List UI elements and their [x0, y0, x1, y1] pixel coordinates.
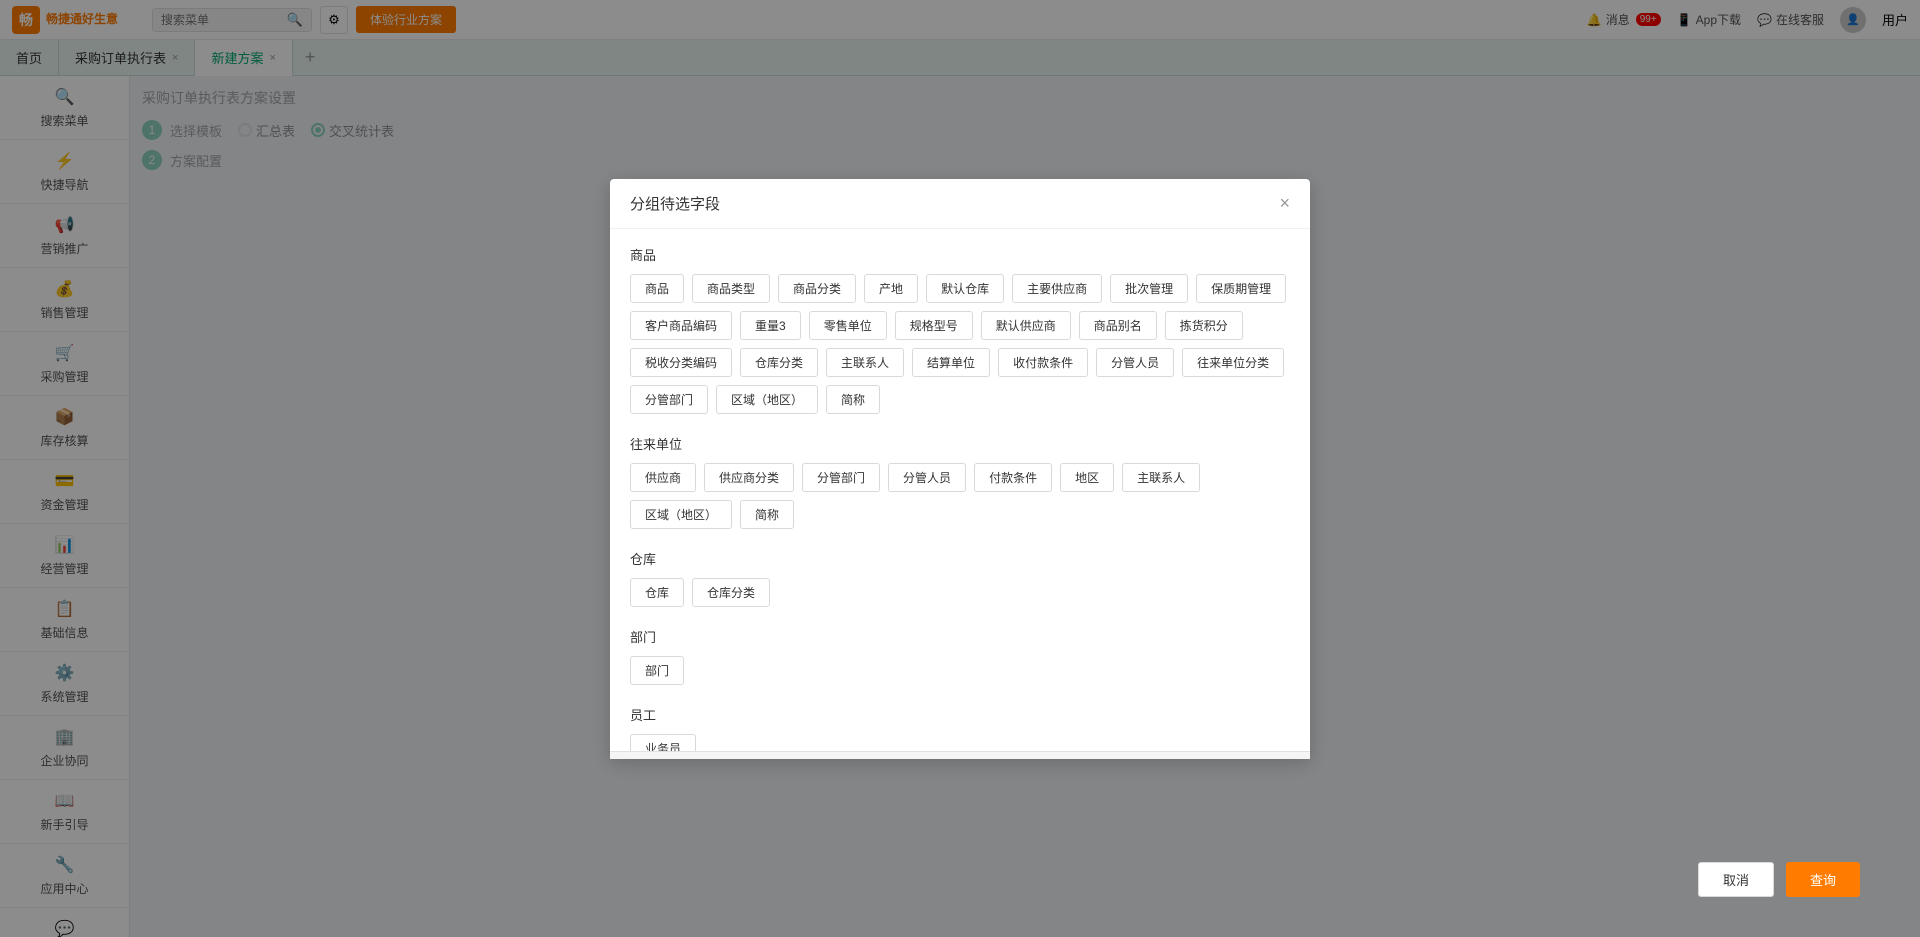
section-partner-title: 往来单位 — [630, 434, 1290, 453]
modal-horizontal-scrollbar[interactable] — [610, 751, 1310, 759]
field-tag-partner-contact[interactable]: 主联系人 — [1122, 463, 1200, 492]
field-tag-pick-points[interactable]: 拣货积分 — [1165, 311, 1243, 340]
field-tag-customer-code[interactable]: 客户商品编码 — [630, 311, 732, 340]
field-tag-warehouse[interactable]: 仓库 — [630, 578, 684, 607]
field-tag-spec-model[interactable]: 规格型号 — [895, 311, 973, 340]
field-tag-supplier[interactable]: 供应商 — [630, 463, 696, 492]
field-tag-expiry-mgmt[interactable]: 保质期管理 — [1196, 274, 1286, 303]
field-tag-partner-supervisor[interactable]: 分管人员 — [888, 463, 966, 492]
field-tag-product[interactable]: 商品 — [630, 274, 684, 303]
field-tag-partner-payment[interactable]: 付款条件 — [974, 463, 1052, 492]
section-department-title: 部门 — [630, 627, 1290, 646]
field-tag-supplier-category[interactable]: 供应商分类 — [704, 463, 794, 492]
field-tag-origin[interactable]: 产地 — [864, 274, 918, 303]
field-tag-partner-area[interactable]: 区域（地区） — [630, 500, 732, 529]
field-tag-settlement-unit[interactable]: 结算单位 — [912, 348, 990, 377]
section-product-title: 商品 — [630, 245, 1290, 264]
field-tag-retail-unit[interactable]: 零售单位 — [809, 311, 887, 340]
field-tag-partner-dept[interactable]: 分管部门 — [802, 463, 880, 492]
product-field-tags: 商品 商品类型 商品分类 产地 默认仓库 主要供应商 批次管理 保质期管理 客户… — [630, 274, 1290, 414]
modal-footer: 取消 查询 — [1698, 862, 1860, 897]
field-tag-product-alias[interactable]: 商品别名 — [1079, 311, 1157, 340]
section-warehouse-title: 仓库 — [630, 549, 1290, 568]
employee-field-tags: 业务员 — [630, 734, 1290, 751]
field-tag-dept[interactable]: 分管部门 — [630, 385, 708, 414]
department-field-tags: 部门 — [630, 656, 1290, 685]
section-employee-title: 员工 — [630, 705, 1290, 724]
field-tag-warehouse-cat[interactable]: 仓库分类 — [692, 578, 770, 607]
field-tag-shortname[interactable]: 简称 — [826, 385, 880, 414]
warehouse-field-tags: 仓库 仓库分类 — [630, 578, 1290, 607]
field-tag-main-contact[interactable]: 主联系人 — [826, 348, 904, 377]
modal-header: 分组待选字段 × — [610, 179, 1310, 229]
field-tag-weight3[interactable]: 重量3 — [740, 311, 801, 340]
confirm-button[interactable]: 查询 — [1786, 862, 1860, 897]
modal-body: 商品 商品 商品类型 商品分类 产地 默认仓库 主要供应商 批次管理 保质期管理… — [610, 229, 1310, 751]
section-partner: 往来单位 供应商 供应商分类 分管部门 分管人员 付款条件 地区 主联系人 区域… — [630, 434, 1290, 529]
field-tag-main-supplier[interactable]: 主要供应商 — [1012, 274, 1102, 303]
modal-close-button[interactable]: × — [1279, 193, 1290, 214]
field-tag-partner-shortname[interactable]: 简称 — [740, 500, 794, 529]
field-select-modal: 分组待选字段 × 商品 商品 商品类型 商品分类 产地 默认仓库 主要供应商 批… — [610, 179, 1310, 759]
section-warehouse: 仓库 仓库 仓库分类 — [630, 549, 1290, 607]
cancel-button[interactable]: 取消 — [1698, 862, 1774, 897]
section-employee: 员工 业务员 — [630, 705, 1290, 751]
field-tag-product-category[interactable]: 商品分类 — [778, 274, 856, 303]
field-tag-region[interactable]: 区域（地区） — [716, 385, 818, 414]
section-department: 部门 部门 — [630, 627, 1290, 685]
field-tag-tax-code[interactable]: 税收分类编码 — [630, 348, 732, 377]
partner-field-tags: 供应商 供应商分类 分管部门 分管人员 付款条件 地区 主联系人 区域（地区） … — [630, 463, 1290, 529]
section-product: 商品 商品 商品类型 商品分类 产地 默认仓库 主要供应商 批次管理 保质期管理… — [630, 245, 1290, 414]
field-tag-partner-region[interactable]: 地区 — [1060, 463, 1114, 492]
modal-title: 分组待选字段 — [630, 193, 720, 214]
field-tag-salesperson[interactable]: 业务员 — [630, 734, 696, 751]
field-tag-supervisor[interactable]: 分管人员 — [1096, 348, 1174, 377]
field-tag-payment-terms[interactable]: 收付款条件 — [998, 348, 1088, 377]
field-tag-warehouse-category[interactable]: 仓库分类 — [740, 348, 818, 377]
field-tag-department[interactable]: 部门 — [630, 656, 684, 685]
field-tag-default-supplier[interactable]: 默认供应商 — [981, 311, 1071, 340]
field-tag-batch-mgmt[interactable]: 批次管理 — [1110, 274, 1188, 303]
field-tag-partner-category[interactable]: 往来单位分类 — [1182, 348, 1284, 377]
field-tag-product-type[interactable]: 商品类型 — [692, 274, 770, 303]
field-tag-default-warehouse[interactable]: 默认仓库 — [926, 274, 1004, 303]
